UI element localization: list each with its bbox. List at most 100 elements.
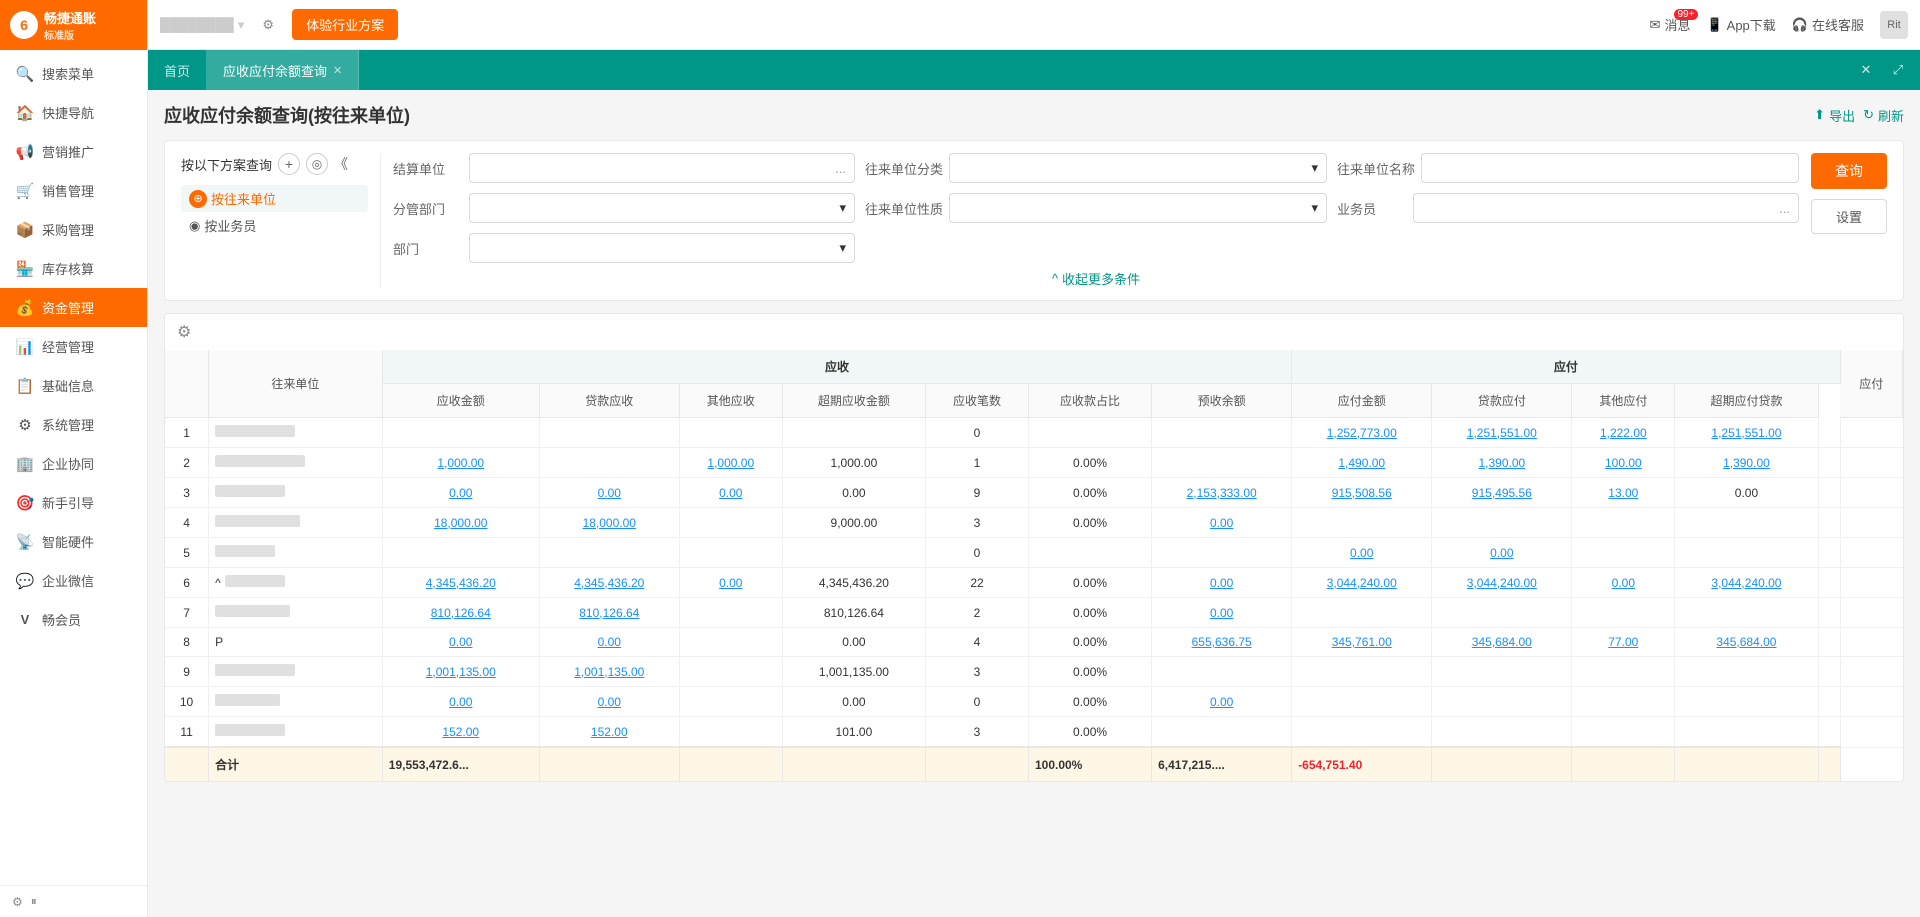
sidebar-item-guide[interactable]: 🎯 新手引导	[0, 483, 147, 522]
cell-other-pay[interactable]: 0.00	[1572, 568, 1675, 598]
cell-loan-recv[interactable]: 0.00	[539, 478, 679, 508]
query-button[interactable]: 查询	[1811, 153, 1887, 189]
app-download-button[interactable]: 📱 App下载	[1706, 15, 1775, 34]
cell-payable	[1292, 717, 1432, 748]
top-header: ████████ ▾ ⚙ 体验行业方案 ✉ 消息 99+ 📱 App下载 🎧 在…	[148, 0, 1920, 50]
nature-select[interactable]: ▾	[949, 193, 1327, 223]
settlement-input[interactable]: ...	[469, 153, 855, 183]
cell-loan-recv[interactable]: 0.00	[539, 687, 679, 717]
table-scroll-area[interactable]: 往来单位 应收 应付 应付 应收金额 贷款应收 其他应收 超期应收金额 应收笔数…	[165, 350, 1903, 781]
sidebar-item-system[interactable]: ⚙ 系统管理	[0, 405, 147, 444]
cell-recv[interactable]: 18,000.00	[382, 508, 539, 538]
cell-payable[interactable]: 0.00	[1292, 538, 1432, 568]
sidebar-collapse-btn[interactable]: ⏸	[31, 894, 37, 909]
cell-loan-recv[interactable]: 18,000.00	[539, 508, 679, 538]
filter-nav-salesman[interactable]: ◉ 按业务员	[181, 212, 368, 239]
cell-recv[interactable]: 1,001,135.00	[382, 657, 539, 687]
cell-loan-recv[interactable]: 4,345,436.20	[539, 568, 679, 598]
cell-other-recv[interactable]: 0.00	[679, 478, 782, 508]
cell-payable[interactable]: 915,508.56	[1292, 478, 1432, 508]
sidebar-item-wechat[interactable]: 💬 企业微信	[0, 561, 147, 600]
filter-collapse-btn[interactable]: 《	[334, 154, 348, 174]
service-button[interactable]: 🎧 在线客服	[1792, 15, 1864, 34]
cell-loan-pay[interactable]: 345,684.00	[1432, 628, 1572, 657]
user-avatar[interactable]: Rit	[1880, 11, 1908, 39]
export-btn[interactable]: ⬆ 导出	[1814, 106, 1855, 125]
cell-other-pay[interactable]: 1,222.00	[1572, 418, 1675, 448]
sidebar-item-basic[interactable]: 📋 基础信息	[0, 366, 147, 405]
cell-payable[interactable]: 1,252,773.00	[1292, 418, 1432, 448]
cell-loan-pay[interactable]: 1,251,551.00	[1432, 418, 1572, 448]
cell-overdue-pay[interactable]: 345,684.00	[1675, 628, 1818, 657]
cell-recv[interactable]: 0.00	[382, 478, 539, 508]
refresh-btn[interactable]: ↻ 刷新	[1863, 106, 1904, 125]
cell-loan-pay[interactable]: 1,390.00	[1432, 448, 1572, 478]
tab-arbalance[interactable]: 应收应付余额查询 ✕	[207, 50, 359, 90]
cell-prepaid[interactable]: 0.00	[1152, 568, 1292, 598]
sidebar-item-corp[interactable]: 🏢 企业协同	[0, 444, 147, 483]
cell-recv[interactable]: 0.00	[382, 687, 539, 717]
cell-other-recv[interactable]: 1,000.00	[679, 448, 782, 478]
header-right: ✉ 消息 99+ 📱 App下载 🎧 在线客服 Rit	[1650, 11, 1908, 39]
tab-expand-btn[interactable]: ⤢	[1884, 56, 1912, 84]
gear-button[interactable]: ⚙	[252, 9, 284, 41]
collapse-more-btn[interactable]: ^ 收起更多条件	[1052, 269, 1140, 288]
cell-other-recv[interactable]: 0.00	[679, 568, 782, 598]
cell-loan-pay[interactable]: 0.00	[1432, 538, 1572, 568]
cell-recv[interactable]: 1,000.00	[382, 448, 539, 478]
cell-other-pay[interactable]: 100.00	[1572, 448, 1675, 478]
table-settings-icon[interactable]: ⚙	[177, 322, 191, 342]
cell-overdue-pay[interactable]: 1,251,551.00	[1675, 418, 1818, 448]
cell-loan-recv[interactable]: 1,001,135.00	[539, 657, 679, 687]
cell-prepaid[interactable]: 0.00	[1152, 598, 1292, 628]
sidebar-settings-btn[interactable]: ⚙	[12, 895, 23, 909]
cell-loan-pay[interactable]: 3,044,240.00	[1432, 568, 1572, 598]
cell-payable[interactable]: 3,044,240.00	[1292, 568, 1432, 598]
sidebar-item-finance[interactable]: 💰 资金管理	[0, 288, 147, 327]
sidebar-item-vip[interactable]: V 畅会员	[0, 600, 147, 639]
cell-recv[interactable]: 810,126.64	[382, 598, 539, 628]
sidebar-item-warehouse[interactable]: 🏪 库存核算	[0, 249, 147, 288]
message-button[interactable]: ✉ 消息 99+	[1650, 15, 1691, 34]
sidebar-item-search[interactable]: 🔍 搜索菜单	[0, 54, 147, 93]
tab-close-btn[interactable]: ✕	[333, 64, 342, 77]
filter-nav-unit[interactable]: ⊕ 按往来单位	[181, 185, 368, 212]
filter-nav-salesman-label: 按业务员	[204, 216, 256, 235]
cell-prepaid[interactable]: 2,153,333.00	[1152, 478, 1292, 508]
category-select[interactable]: ▾	[949, 153, 1327, 183]
cell-prepaid[interactable]: 0.00	[1152, 508, 1292, 538]
salesman-input[interactable]: ...	[1413, 193, 1799, 223]
sidebar-item-quicknav[interactable]: 🏠 快捷导航	[0, 93, 147, 132]
cell-payable[interactable]: 1,490.00	[1292, 448, 1432, 478]
cell-overdue-pay[interactable]: 3,044,240.00	[1675, 568, 1818, 598]
tab-home[interactable]: 首页	[148, 50, 207, 90]
cell-loan-recv[interactable]: 0.00	[539, 628, 679, 657]
cell-payable[interactable]: 345,761.00	[1292, 628, 1432, 657]
filter-settings-btn[interactable]: ◎	[306, 153, 328, 175]
setting-button[interactable]: 设置	[1811, 199, 1887, 234]
home-icon: 🏠	[16, 104, 34, 122]
cell-loan-pay[interactable]: 915,495.56	[1432, 478, 1572, 508]
cell-prepaid[interactable]: 0.00	[1152, 687, 1292, 717]
sidebar-item-marketing[interactable]: 📢 营销推广	[0, 132, 147, 171]
cell-recv	[382, 418, 539, 448]
filter-add-btn[interactable]: +	[278, 153, 300, 175]
cell-recv[interactable]: 0.00	[382, 628, 539, 657]
sidebar-item-purchase[interactable]: 📦 采购管理	[0, 210, 147, 249]
dept-select[interactable]: ▾	[469, 193, 855, 223]
cell-loan-recv[interactable]: 810,126.64	[539, 598, 679, 628]
cell-overdue-pay[interactable]: 1,390.00	[1675, 448, 1818, 478]
sidebar-item-operations[interactable]: 📊 经营管理	[0, 327, 147, 366]
solution-button[interactable]: 体验行业方案	[292, 9, 398, 40]
cell-other-pay[interactable]: 13.00	[1572, 478, 1675, 508]
cell-loan-recv[interactable]: 152.00	[539, 717, 679, 748]
subdept-select[interactable]: ▾	[469, 233, 855, 263]
sidebar-item-sales[interactable]: 🛒 销售管理	[0, 171, 147, 210]
tab-close-all-btn[interactable]: ✕	[1852, 56, 1880, 84]
unitname-input[interactable]	[1421, 153, 1799, 183]
cell-prepaid[interactable]: 655,636.75	[1152, 628, 1292, 657]
cell-other-pay[interactable]: 77.00	[1572, 628, 1675, 657]
sidebar-item-hardware[interactable]: 📡 智能硬件	[0, 522, 147, 561]
cell-recv[interactable]: 152.00	[382, 717, 539, 748]
cell-recv[interactable]: 4,345,436.20	[382, 568, 539, 598]
